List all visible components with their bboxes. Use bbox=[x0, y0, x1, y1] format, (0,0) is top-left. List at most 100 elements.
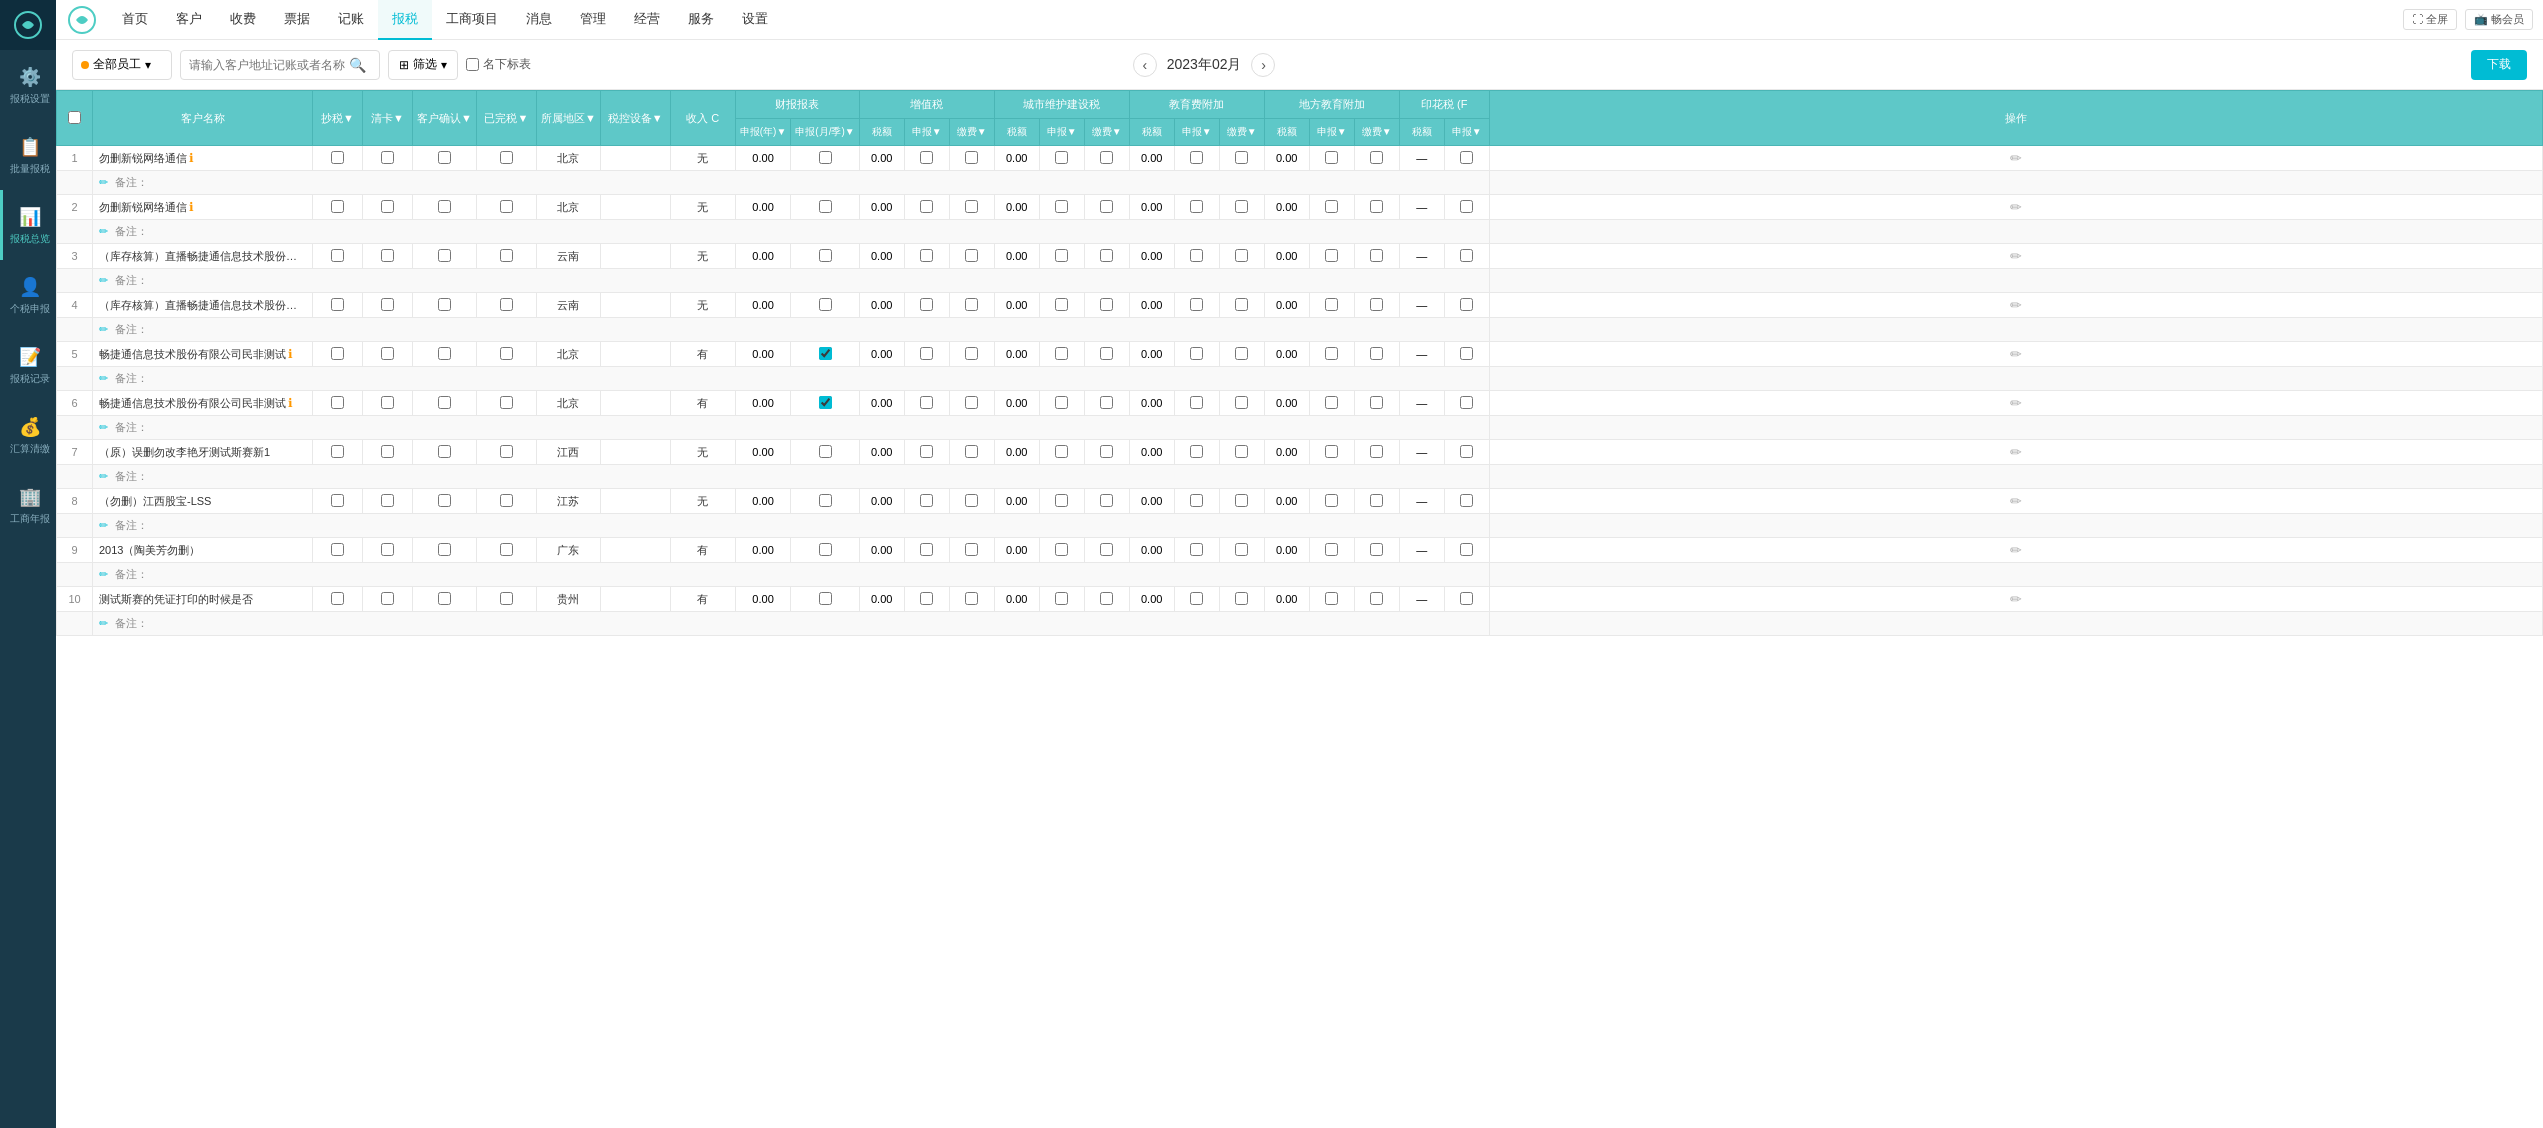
edit-icon-2[interactable]: ✏ bbox=[2010, 248, 2022, 264]
tax-cb-0[interactable] bbox=[313, 146, 363, 171]
difang-jf-cb-6[interactable] bbox=[1354, 440, 1399, 465]
zengzhi-sb-cb-4[interactable] bbox=[904, 342, 949, 367]
confirm-checkbox-5[interactable] bbox=[438, 396, 451, 409]
difang-sb-cb-5[interactable] bbox=[1309, 391, 1354, 416]
difang-sb-cb-8[interactable] bbox=[1309, 538, 1354, 563]
filed-checkbox-3[interactable] bbox=[500, 298, 513, 311]
card-checkbox-3[interactable] bbox=[381, 298, 394, 311]
jiaoyu-jf-checkbox-0[interactable] bbox=[1235, 151, 1248, 164]
edit-icon-7[interactable]: ✏ bbox=[2010, 493, 2022, 509]
difang-jf-checkbox-0[interactable] bbox=[1370, 151, 1383, 164]
jiaoyu-jf-checkbox-9[interactable] bbox=[1235, 592, 1248, 605]
chengshi-jf-checkbox-7[interactable] bbox=[1100, 494, 1113, 507]
chengshi-jf-cb-5[interactable] bbox=[1084, 391, 1129, 416]
zengzhi-jf-cb-8[interactable] bbox=[949, 538, 994, 563]
caibao-year-checkbox-3[interactable] bbox=[819, 298, 832, 311]
sidebar-item-piliang-baoshui[interactable]: 📋 批量报税 bbox=[0, 120, 56, 190]
tax-checkbox-3[interactable] bbox=[331, 298, 344, 311]
nav-settings[interactable]: 设置 bbox=[728, 0, 782, 40]
card-checkbox-4[interactable] bbox=[381, 347, 394, 360]
chengshi-sb-cb-6[interactable] bbox=[1039, 440, 1084, 465]
sidebar-item-baoshui-shezhi[interactable]: ⚙️ 报税设置 bbox=[0, 50, 56, 120]
filed-checkbox-2[interactable] bbox=[500, 249, 513, 262]
caibao-year-checkbox-5[interactable] bbox=[819, 396, 832, 409]
employee-filter-select[interactable]: 全部员工 ▾ bbox=[72, 50, 172, 80]
zengzhi-jf-cb-3[interactable] bbox=[949, 293, 994, 318]
chengshi-sb-cb-4[interactable] bbox=[1039, 342, 1084, 367]
difang-sb-cb-3[interactable] bbox=[1309, 293, 1354, 318]
card-cb-7[interactable] bbox=[363, 489, 413, 514]
card-cb-2[interactable] bbox=[363, 244, 413, 269]
jiaoyu-sb-checkbox-6[interactable] bbox=[1190, 445, 1203, 458]
difang-sb-checkbox-7[interactable] bbox=[1325, 494, 1338, 507]
zengzhi-sb-cb-9[interactable] bbox=[904, 587, 949, 612]
chengshi-sb-checkbox-9[interactable] bbox=[1055, 592, 1068, 605]
nav-customer[interactable]: 客户 bbox=[162, 0, 216, 40]
chengshi-jf-checkbox-9[interactable] bbox=[1100, 592, 1113, 605]
card-checkbox-6[interactable] bbox=[381, 445, 394, 458]
chengshi-jf-cb-1[interactable] bbox=[1084, 195, 1129, 220]
confirm-checkbox-2[interactable] bbox=[438, 249, 451, 262]
nav-service[interactable]: 服务 bbox=[674, 0, 728, 40]
zengzhi-jf-cb-7[interactable] bbox=[949, 489, 994, 514]
difang-sb-cb-2[interactable] bbox=[1309, 244, 1354, 269]
card-cb-9[interactable] bbox=[363, 587, 413, 612]
edit-icon-8[interactable]: ✏ bbox=[2010, 542, 2022, 558]
jiaoyu-jf-cb-1[interactable] bbox=[1219, 195, 1264, 220]
filed-cb-1[interactable] bbox=[476, 195, 536, 220]
difang-jf-cb-9[interactable] bbox=[1354, 587, 1399, 612]
filed-cb-9[interactable] bbox=[476, 587, 536, 612]
download-button[interactable]: 下载 bbox=[2471, 50, 2527, 80]
difang-jf-checkbox-1[interactable] bbox=[1370, 200, 1383, 213]
zengzhi-jf-cb-2[interactable] bbox=[949, 244, 994, 269]
edit-icon-3[interactable]: ✏ bbox=[2010, 297, 2022, 313]
zengzhi-jf-cb-5[interactable] bbox=[949, 391, 994, 416]
yinhua-sb-checkbox-0[interactable] bbox=[1460, 151, 1473, 164]
chengshi-jf-checkbox-5[interactable] bbox=[1100, 396, 1113, 409]
th-chengshi-senbao[interactable]: 申报▼ bbox=[1039, 119, 1084, 146]
zengzhi-sb-cb-7[interactable] bbox=[904, 489, 949, 514]
chengshi-sb-cb-2[interactable] bbox=[1039, 244, 1084, 269]
yinhua-sb-cb-6[interactable] bbox=[1444, 440, 1489, 465]
difang-sb-cb-4[interactable] bbox=[1309, 342, 1354, 367]
zengzhi-jf-checkbox-0[interactable] bbox=[965, 151, 978, 164]
jiaoyu-sb-cb-0[interactable] bbox=[1174, 146, 1219, 171]
card-checkbox-2[interactable] bbox=[381, 249, 394, 262]
zengzhi-sb-cb-2[interactable] bbox=[904, 244, 949, 269]
yinhua-sb-checkbox-6[interactable] bbox=[1460, 445, 1473, 458]
yinhua-sb-cb-9[interactable] bbox=[1444, 587, 1489, 612]
chengshi-jf-cb-0[interactable] bbox=[1084, 146, 1129, 171]
edit-btn-5[interactable]: ✏ bbox=[1489, 391, 2542, 416]
edit-icon-0[interactable]: ✏ bbox=[2010, 150, 2022, 166]
filed-checkbox-4[interactable] bbox=[500, 347, 513, 360]
fullscreen-button[interactable]: ⛶ 全屏 bbox=[2403, 9, 2457, 30]
zengzhi-jf-cb-6[interactable] bbox=[949, 440, 994, 465]
confirm-cb-6[interactable] bbox=[413, 440, 477, 465]
chengshi-sb-cb-7[interactable] bbox=[1039, 489, 1084, 514]
jiaoyu-sb-checkbox-1[interactable] bbox=[1190, 200, 1203, 213]
yinhua-sb-cb-0[interactable] bbox=[1444, 146, 1489, 171]
jiaoyu-sb-checkbox-9[interactable] bbox=[1190, 592, 1203, 605]
chengshi-sb-cb-5[interactable] bbox=[1039, 391, 1084, 416]
tax-cb-5[interactable] bbox=[313, 391, 363, 416]
th-zengzhi-senbao[interactable]: 申报▼ bbox=[904, 119, 949, 146]
confirm-cb-2[interactable] bbox=[413, 244, 477, 269]
yinhua-sb-checkbox-3[interactable] bbox=[1460, 298, 1473, 311]
chengshi-jf-cb-8[interactable] bbox=[1084, 538, 1129, 563]
caibao-year-cb-1[interactable] bbox=[791, 195, 859, 220]
sidebar-item-geshui-shenbao[interactable]: 👤 个税申报 bbox=[0, 260, 56, 330]
zengzhi-sb-checkbox-7[interactable] bbox=[920, 494, 933, 507]
card-cb-0[interactable] bbox=[363, 146, 413, 171]
caibao-year-cb-2[interactable] bbox=[791, 244, 859, 269]
filed-cb-8[interactable] bbox=[476, 538, 536, 563]
difang-sb-cb-1[interactable] bbox=[1309, 195, 1354, 220]
difang-jf-checkbox-7[interactable] bbox=[1370, 494, 1383, 507]
yinhua-sb-cb-3[interactable] bbox=[1444, 293, 1489, 318]
card-cb-6[interactable] bbox=[363, 440, 413, 465]
confirm-checkbox-7[interactable] bbox=[438, 494, 451, 507]
member-button[interactable]: 📺 畅会员 bbox=[2465, 9, 2533, 30]
filed-cb-3[interactable] bbox=[476, 293, 536, 318]
chengshi-jf-cb-7[interactable] bbox=[1084, 489, 1129, 514]
filed-cb-4[interactable] bbox=[476, 342, 536, 367]
edit-btn-0[interactable]: ✏ bbox=[1489, 146, 2542, 171]
